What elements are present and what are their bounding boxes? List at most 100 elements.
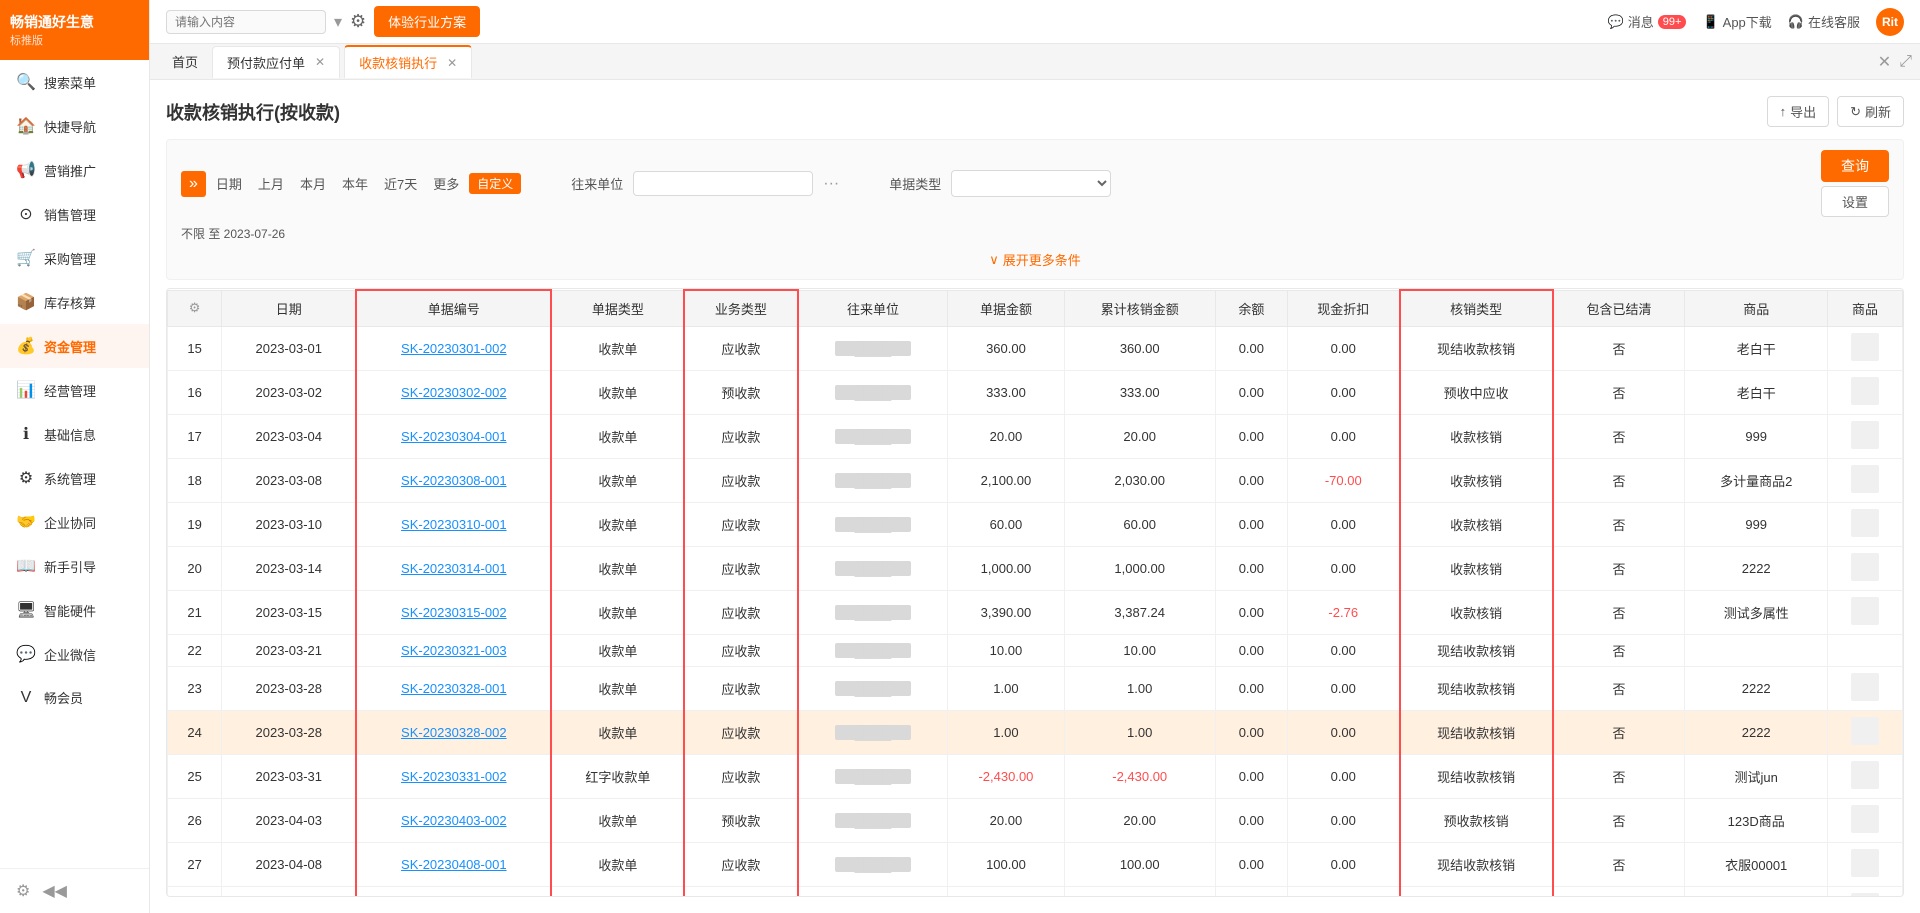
cell-amount: 333.00: [948, 371, 1064, 415]
doc-no-link[interactable]: SK-20230408-001: [401, 857, 507, 872]
doc-no-link[interactable]: SK-20230321-003: [401, 643, 507, 658]
goods-image: [1851, 509, 1879, 537]
goods-image: [1851, 805, 1879, 833]
settings-bottom-icon[interactable]: ⚙: [16, 881, 30, 901]
export-button[interactable]: ↑ 导出: [1767, 96, 1830, 127]
cell-no: 18: [168, 459, 222, 503]
tab-prepay[interactable]: 预付款应付单 ✕: [212, 46, 340, 78]
date-btn-this-month[interactable]: 本月: [294, 172, 332, 195]
cell-nuclear-type: 现结收款核销: [1400, 667, 1553, 711]
col-header-gear[interactable]: ⚙: [168, 290, 222, 327]
receipt-type-select[interactable]: [951, 170, 1111, 197]
sidebar-item-purchase[interactable]: 🛒 采购管理: [0, 236, 149, 280]
sidebar-item-guide[interactable]: 📖 新手引导: [0, 544, 149, 588]
cell-biz-type: 预收款: [684, 799, 797, 843]
sidebar-item-inventory[interactable]: 📦 库存核算: [0, 280, 149, 324]
refresh-icon: ↻: [1850, 104, 1861, 120]
sidebar-item-marketing[interactable]: 📢 营销推广: [0, 148, 149, 192]
online-service-item[interactable]: 🎧 在线客服: [1788, 12, 1860, 31]
sidebar-item-quicknav[interactable]: 🏠 快捷导航: [0, 104, 149, 148]
close-window-icon[interactable]: ✕: [1878, 52, 1891, 72]
refresh-button[interactable]: ↻ 刷新: [1837, 96, 1904, 127]
filter-row-2: 不限 至 2023-07-26: [181, 225, 1889, 242]
col-header-goods-img: 商品: [1827, 290, 1902, 327]
sidebar-item-enterprise[interactable]: 🤝 企业协同: [0, 500, 149, 544]
solution-button[interactable]: 体验行业方案: [374, 6, 480, 37]
messages-item[interactable]: 💬 消息 99+: [1608, 12, 1687, 31]
cell-partner: ████: [798, 711, 948, 755]
home-icon: 🏠: [16, 116, 36, 136]
cell-date: 2023-03-15: [222, 591, 357, 635]
sidebar-item-basic[interactable]: ℹ 基础信息: [0, 412, 149, 456]
cell-doc-type: 收款单: [551, 635, 684, 667]
tab-home[interactable]: 首页: [158, 46, 212, 77]
date-btn-this-year[interactable]: 本年: [336, 172, 374, 195]
search-icon: 🔍: [16, 72, 36, 92]
user-avatar[interactable]: Rit: [1876, 8, 1904, 36]
tab-receiptnuclear-close[interactable]: ✕: [447, 56, 457, 70]
cell-partner: ████: [798, 415, 948, 459]
doc-no-link[interactable]: SK-20230304-001: [401, 429, 507, 444]
cell-amount: -2,430.00: [948, 755, 1064, 799]
cell-date: 2023-03-01: [222, 327, 357, 371]
sidebar-item-sales[interactable]: ⊙ 销售管理: [0, 192, 149, 236]
collapse-icon[interactable]: ◀◀: [42, 881, 67, 901]
cell-goods: 2222: [1685, 547, 1828, 591]
date-btn-more[interactable]: 更多: [427, 172, 465, 195]
doc-no-link[interactable]: SK-20230314-001: [401, 561, 507, 576]
col-header-balance: 余额: [1215, 290, 1287, 327]
filter-expand-arrow[interactable]: »: [181, 171, 206, 197]
col-header-doc-no: 单据编号: [356, 290, 551, 327]
cell-amount: 20.00: [948, 415, 1064, 459]
sidebar-item-wechat[interactable]: 💬 企业微信: [0, 632, 149, 676]
cell-amount: 100.00: [948, 843, 1064, 887]
doc-no-link[interactable]: SK-20230310-001: [401, 517, 507, 532]
cell-goods-img: [1827, 547, 1902, 591]
date-btn-7days[interactable]: 近7天: [378, 172, 423, 195]
app-download-item[interactable]: 📱 App下载: [1702, 12, 1771, 31]
topbar-search-input[interactable]: [166, 10, 326, 34]
cell-nuclear-amount: 333.00: [1064, 371, 1215, 415]
cell-doc-no: SK-20230328-001: [356, 667, 551, 711]
cell-nuclear-type: 预收中应收: [1400, 371, 1553, 415]
date-btn-last-month[interactable]: 上月: [252, 172, 290, 195]
doc-no-link[interactable]: SK-20230328-002: [401, 725, 507, 740]
cell-doc-no: SK-20230314-001: [356, 547, 551, 591]
cell-biz-type: 预收款: [684, 371, 797, 415]
cell-nuclear-amount: -2,430.00: [1064, 755, 1215, 799]
partner-input[interactable]: [633, 171, 813, 196]
cell-date: 2023-03-04: [222, 415, 357, 459]
inventory-icon: 📦: [16, 292, 36, 312]
topbar-gear-icon[interactable]: ⚙: [350, 11, 366, 32]
service-label: 在线客服: [1808, 12, 1860, 31]
sidebar-item-operations[interactable]: 📊 经营管理: [0, 368, 149, 412]
filter-dots[interactable]: ···: [823, 175, 839, 193]
tab-prepay-close[interactable]: ✕: [315, 55, 325, 69]
data-table-container[interactable]: ⚙ 日期 单据编号 单据类型 业务类型 往来单位 单据金额 累计核销金额 余额 …: [166, 288, 1904, 897]
cell-goods: 测试jun: [1685, 755, 1828, 799]
cell-biz-type: 应收款: [684, 503, 797, 547]
cell-nuclear-type: 现结收款核销: [1400, 635, 1553, 667]
logo-text: 畅销通好生意: [10, 12, 94, 32]
sidebar-item-member[interactable]: V 畅会员: [0, 676, 149, 719]
doc-no-link[interactable]: SK-20230315-002: [401, 605, 507, 620]
chevron-down-icon[interactable]: ▾: [334, 12, 342, 32]
settings-button[interactable]: 设置: [1821, 186, 1889, 217]
sidebar-item-system[interactable]: ⚙ 系统管理: [0, 456, 149, 500]
tab-receiptnuclear[interactable]: 收款核销执行 ✕: [344, 45, 472, 78]
doc-no-link[interactable]: SK-20230302-002: [401, 385, 507, 400]
expand-more-button[interactable]: ∨ 展开更多条件: [989, 250, 1081, 269]
fullscreen-icon[interactable]: ⤢: [1899, 53, 1912, 71]
goods-image: [1851, 377, 1879, 405]
doc-no-link[interactable]: SK-20230403-002: [401, 813, 507, 828]
cell-no: 27: [168, 843, 222, 887]
query-button[interactable]: 查询: [1821, 150, 1889, 182]
doc-no-link[interactable]: SK-20230331-002: [401, 769, 507, 784]
sidebar-item-finance[interactable]: 💰 资金管理: [0, 324, 149, 368]
doc-no-link[interactable]: SK-20230308-001: [401, 473, 507, 488]
sidebar-item-hardware[interactable]: 🖥 智能硬件: [0, 588, 149, 632]
sidebar-item-search[interactable]: 🔍 搜索菜单: [0, 60, 149, 104]
date-btn-custom[interactable]: 自定义: [469, 173, 521, 194]
doc-no-link[interactable]: SK-20230328-001: [401, 681, 507, 696]
doc-no-link[interactable]: SK-20230301-002: [401, 341, 507, 356]
